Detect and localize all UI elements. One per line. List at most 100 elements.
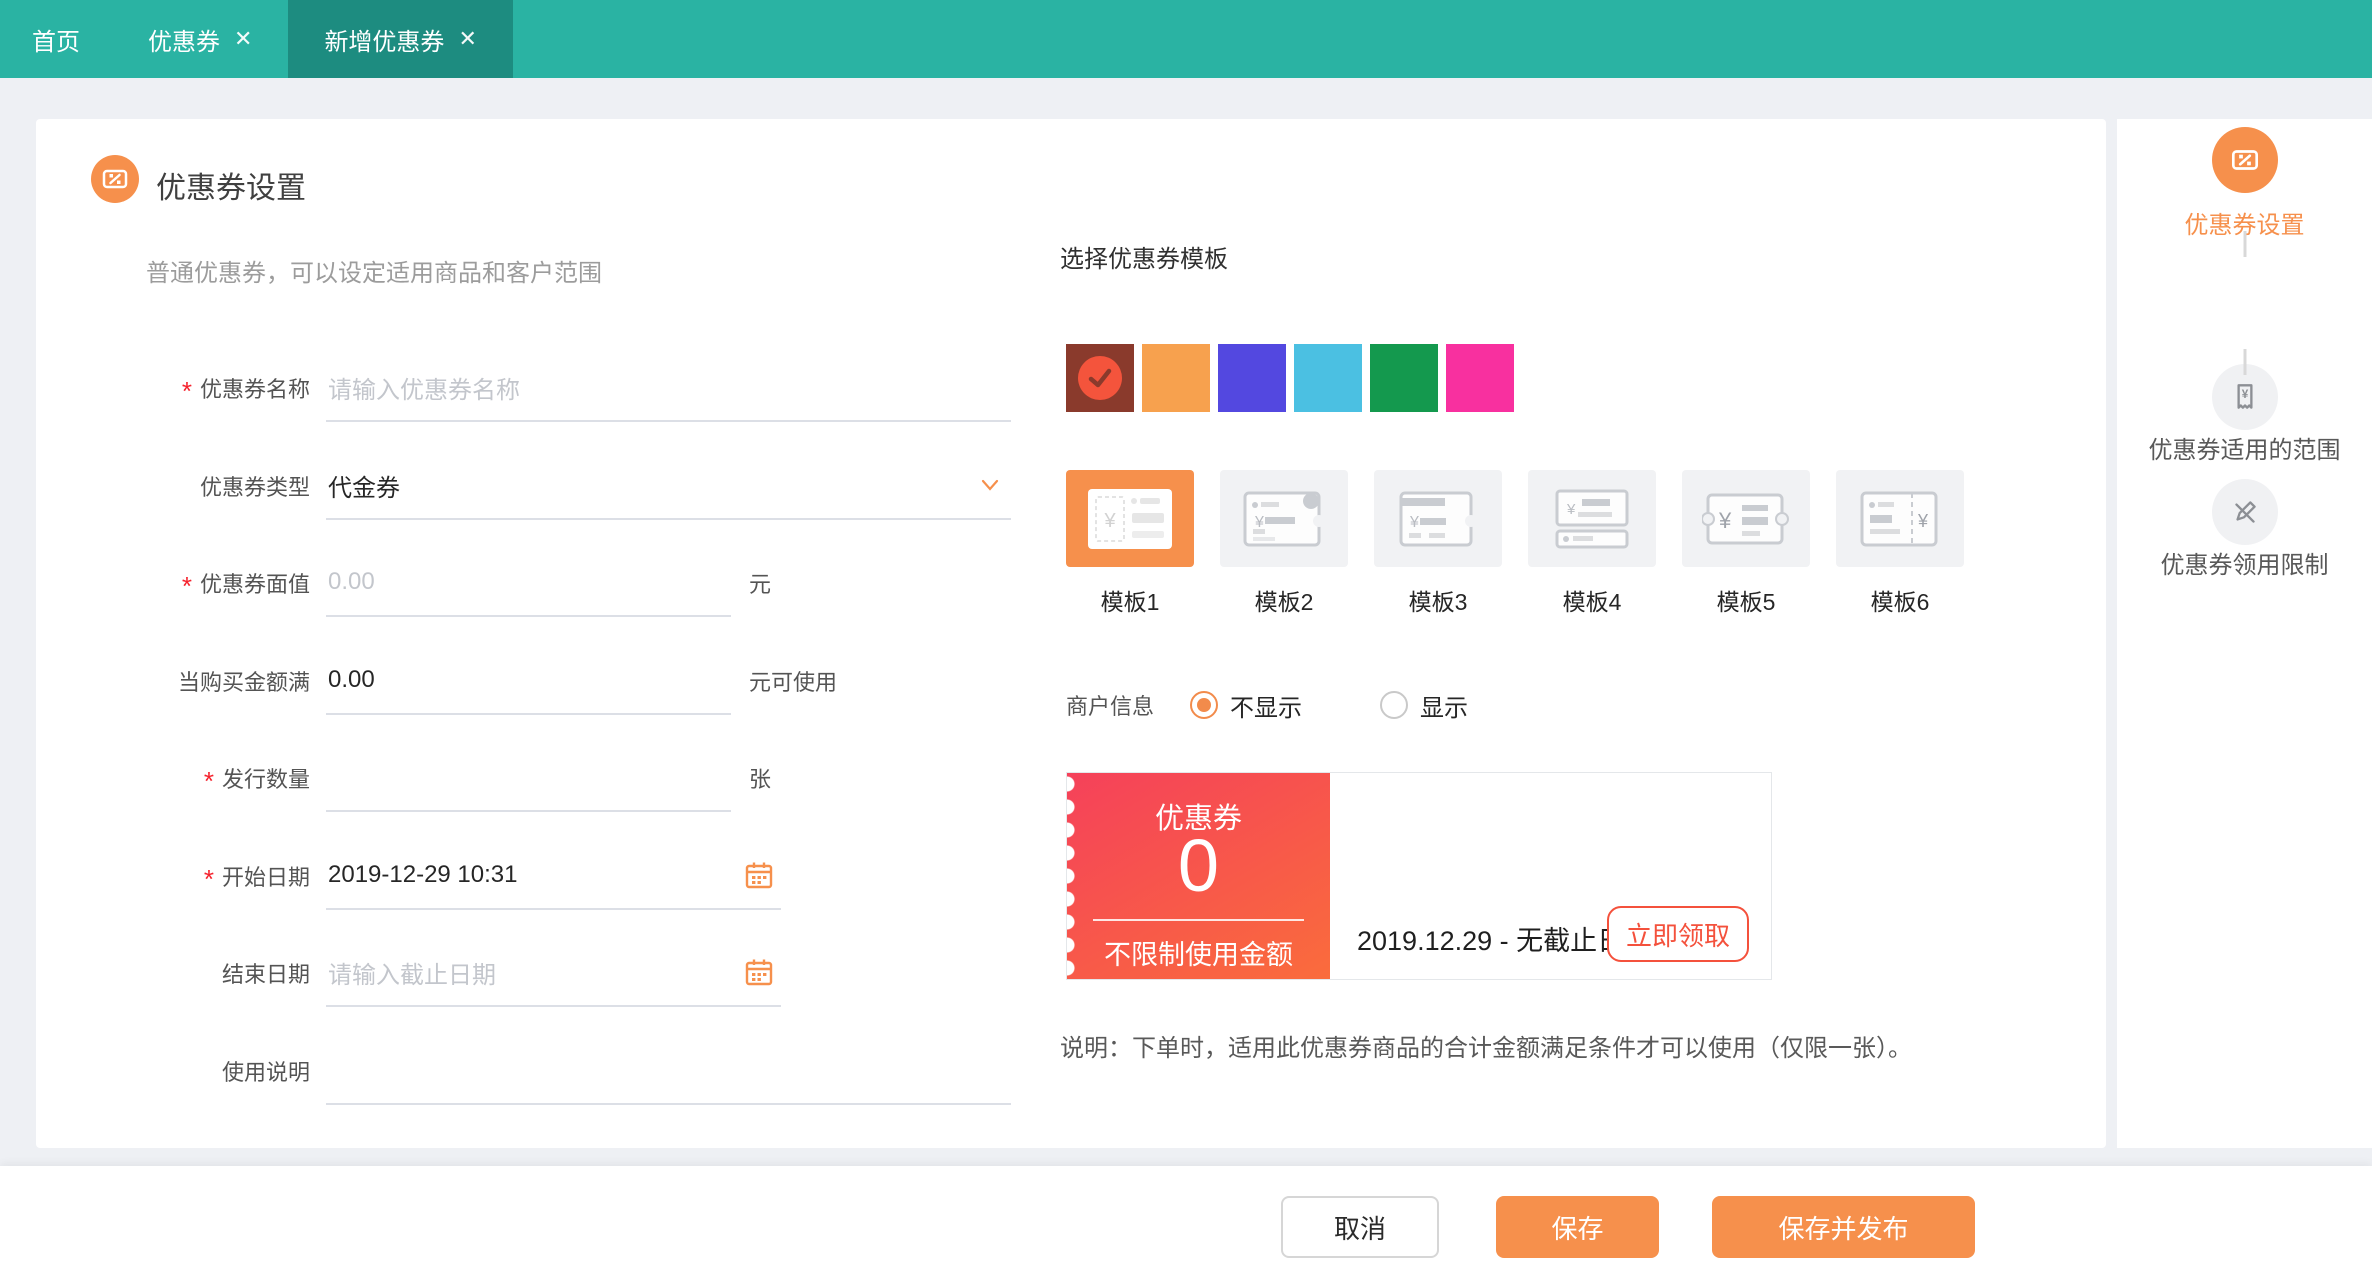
- merchant-info-label: 商户信息: [1066, 694, 1155, 719]
- coupon-preview: 优惠券 0 不限制使用金额 2019.12.29 - 无截止日期 立即领取: [1066, 772, 1772, 980]
- field-label: 优惠券类型: [199, 475, 310, 500]
- ticket-art-icon: ¥: [1243, 491, 1325, 546]
- field-placeholder: 请输入截止日期: [328, 961, 496, 989]
- field-label-cell: 结束日期: [36, 957, 310, 989]
- field-label-cell: * 发行数量: [36, 762, 310, 794]
- field-label-cell: * 优惠券面值: [36, 567, 310, 599]
- template-thumb[interactable]: ¥: [1528, 470, 1656, 567]
- check-icon: [1078, 356, 1122, 400]
- field-suffix: 元: [749, 572, 772, 597]
- calendar-icon[interactable]: [743, 859, 775, 891]
- form-row-优惠券名称: * 优惠券名称 请输入优惠券名称: [36, 354, 1011, 422]
- tab-label: 首页: [32, 28, 80, 56]
- field-label-cell: 使用说明: [36, 1055, 310, 1087]
- form-row-发行数量: * 发行数量 张: [36, 744, 771, 812]
- claim-now-button[interactable]: 立即领取: [1607, 906, 1749, 962]
- template-option-模板2[interactable]: ¥ 模板2: [1220, 470, 1348, 617]
- ticket-art-icon: ¥: [1088, 488, 1172, 549]
- color-swatch-indigo[interactable]: [1218, 344, 1286, 412]
- input-发行数量[interactable]: [326, 744, 731, 812]
- svg-text:¥: ¥: [1409, 514, 1419, 531]
- tab-bar: 首页 优惠券 ✕ 新增优惠券 ✕: [0, 0, 2372, 78]
- step-sidebar: 优惠券设置 ¥ 优惠券适用的范围 优惠券领用限制: [2117, 119, 2372, 1148]
- field-label-cell: 优惠券类型: [36, 470, 310, 502]
- template-thumb[interactable]: ¥: [1066, 470, 1194, 567]
- form-row-使用说明: 使用说明: [36, 1037, 1011, 1105]
- radio-icon[interactable]: [1190, 691, 1219, 719]
- template-option-模板5[interactable]: ¥ 模板5: [1682, 470, 1810, 617]
- input-使用说明[interactable]: [326, 1037, 1011, 1105]
- template-thumb[interactable]: ¥: [1374, 470, 1502, 567]
- radio-icon[interactable]: [1380, 691, 1409, 719]
- radio-option-不显示[interactable]: 不显示: [1190, 688, 1302, 723]
- pencil-icon[interactable]: [2211, 479, 2278, 545]
- template-thumb[interactable]: ¥: [1836, 470, 1964, 567]
- preview-coupon-condition: 不限制使用金额: [1104, 940, 1293, 970]
- template-label: 模板6: [1870, 589, 1930, 615]
- template-thumb[interactable]: ¥: [1682, 470, 1810, 567]
- tab-首页[interactable]: 首页: [0, 0, 112, 78]
- svg-text:¥: ¥: [1103, 510, 1116, 532]
- tab-优惠券[interactable]: 优惠券 ✕: [112, 0, 288, 78]
- save-publish-button[interactable]: 保存并发布: [1712, 1196, 1975, 1258]
- template-option-模板6[interactable]: ¥ 模板6: [1836, 470, 1964, 617]
- select-优惠券类型[interactable]: 代金券: [326, 452, 1011, 520]
- field-label: 开始日期: [221, 865, 310, 890]
- color-swatch-orange[interactable]: [1142, 344, 1210, 412]
- field-suffix: 元可使用: [749, 670, 838, 695]
- input-优惠券面值[interactable]: 0.00: [326, 549, 731, 617]
- preview-divider: [1093, 919, 1304, 921]
- merchant-info-row: 商户信息 不显示 显示: [1066, 685, 1468, 725]
- preview-coupon-amount: 0: [1177, 824, 1220, 907]
- template-label: 模板4: [1562, 589, 1622, 615]
- close-tab-icon[interactable]: ✕: [458, 26, 476, 52]
- template-list: ¥ 模板1 ¥ 模板2 ¥ 模板3 ¥ 模板4 ¥ 模板5 ¥ 模板6: [1066, 470, 1964, 617]
- radio-option-显示[interactable]: 显示: [1380, 688, 1468, 723]
- color-swatch-cyan[interactable]: [1294, 344, 1362, 412]
- svg-text:¥: ¥: [2241, 388, 2248, 401]
- template-label: 模板3: [1408, 589, 1468, 615]
- footer-bar: 取消 保存 保存并发布: [0, 1166, 2372, 1266]
- template-option-模板3[interactable]: ¥ 模板3: [1374, 470, 1502, 617]
- field-label: 发行数量: [221, 767, 310, 792]
- cancel-button[interactable]: 取消: [1281, 1196, 1439, 1258]
- page-title: 优惠券设置: [156, 172, 306, 205]
- field-label: 结束日期: [221, 962, 310, 987]
- template-section-title: 选择优惠券模板: [1060, 246, 1228, 273]
- field-label-cell: 当购买金额满: [36, 665, 310, 697]
- template-option-模板1[interactable]: ¥ 模板1: [1066, 470, 1194, 617]
- template-label: 模板2: [1254, 589, 1314, 615]
- input-优惠券名称[interactable]: 请输入优惠券名称: [326, 354, 1011, 422]
- tab-新增优惠券[interactable]: 新增优惠券 ✕: [288, 0, 513, 78]
- save-button[interactable]: 保存: [1496, 1196, 1659, 1258]
- color-swatch-magenta[interactable]: [1446, 344, 1514, 412]
- field-placeholder: 请输入优惠券名称: [328, 376, 520, 404]
- close-tab-icon[interactable]: ✕: [234, 26, 252, 52]
- template-thumb[interactable]: ¥: [1220, 470, 1348, 567]
- field-label: 当购买金额满: [177, 670, 310, 695]
- input-当购买金额满[interactable]: 0.00: [326, 647, 731, 715]
- field-placeholder: 0.00: [328, 568, 375, 595]
- ticket-art-icon: ¥: [1702, 493, 1789, 544]
- calendar-icon[interactable]: [743, 956, 775, 988]
- field-value: 代金券: [328, 474, 400, 502]
- coupon-icon: [91, 155, 139, 203]
- color-swatch-red[interactable]: [1066, 344, 1134, 412]
- required-asterisk: *: [181, 571, 192, 601]
- color-swatch-green[interactable]: [1370, 344, 1438, 412]
- form-row-优惠券类型: 优惠券类型 代金券: [36, 452, 1011, 520]
- ticket-art-icon: ¥: [1555, 489, 1629, 548]
- field-label: 使用说明: [221, 1060, 310, 1085]
- date-input-开始日期[interactable]: 2019-12-29 10:31: [326, 842, 781, 910]
- field-label-cell: * 优惠券名称: [36, 372, 310, 404]
- required-asterisk: *: [203, 766, 214, 796]
- form-row-结束日期: 结束日期 请输入截止日期: [36, 939, 781, 1007]
- coupon-icon[interactable]: [2211, 127, 2278, 193]
- required-asterisk: *: [203, 864, 214, 894]
- template-label: 模板5: [1716, 589, 1776, 615]
- chevron-down-icon[interactable]: [975, 470, 1005, 500]
- usage-note: 说明：下单时，适用此优惠券商品的合计金额满足条件才可以使用（仅限一张）。: [1060, 1035, 1912, 1062]
- field-suffix: 张: [749, 767, 772, 792]
- date-input-结束日期[interactable]: 请输入截止日期: [326, 939, 781, 1007]
- template-option-模板4[interactable]: ¥ 模板4: [1528, 470, 1656, 617]
